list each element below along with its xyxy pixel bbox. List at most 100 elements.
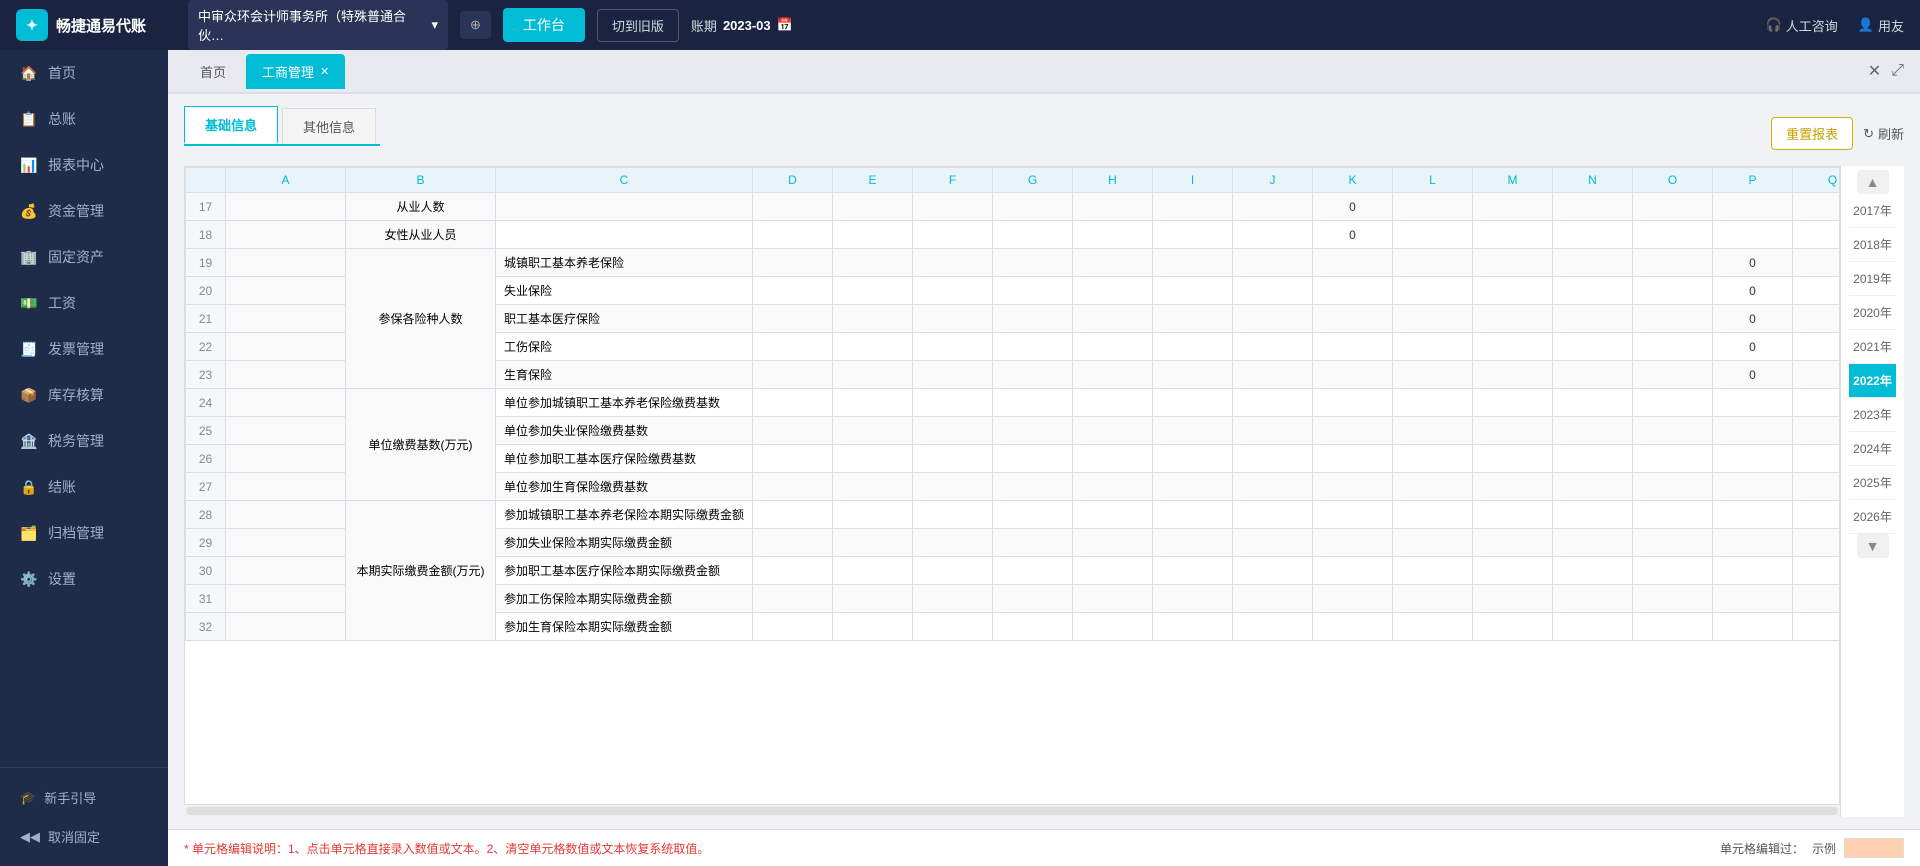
cell-empty[interactable]	[1553, 193, 1633, 221]
cell-p[interactable]	[1713, 389, 1793, 417]
cell-empty[interactable]	[1153, 361, 1233, 389]
cell-b[interactable]: 从业人数	[346, 193, 496, 221]
cell-empty[interactable]	[1473, 613, 1553, 641]
cell-q[interactable]	[1793, 361, 1840, 389]
cell-empty[interactable]	[1153, 417, 1233, 445]
cell-p[interactable]: 0	[1713, 277, 1793, 305]
cell-empty[interactable]	[1233, 193, 1313, 221]
cell-empty[interactable]	[1633, 501, 1713, 529]
expand-icon[interactable]: ⤢	[1891, 62, 1904, 80]
cell-empty[interactable]	[993, 445, 1073, 473]
cell-empty[interactable]	[993, 473, 1073, 501]
cell-empty[interactable]	[753, 529, 833, 557]
cell-k[interactable]	[1313, 585, 1393, 613]
cell-empty[interactable]	[993, 557, 1073, 585]
table-row[interactable]: 19参保各险种人数城镇职工基本养老保险0	[186, 249, 1841, 277]
cell-empty[interactable]	[1473, 473, 1553, 501]
cell-empty[interactable]	[1153, 585, 1233, 613]
cell-empty[interactable]	[913, 501, 993, 529]
cell-c[interactable]: 单位参加城镇职工基本养老保险缴费基数	[496, 389, 753, 417]
cell-a[interactable]	[226, 417, 346, 445]
cell-a[interactable]	[226, 557, 346, 585]
cell-empty[interactable]	[1553, 333, 1633, 361]
cell-empty[interactable]	[753, 417, 833, 445]
cell-k[interactable]: 0	[1313, 193, 1393, 221]
cell-c[interactable]: 参加工伤保险本期实际缴费金额	[496, 585, 753, 613]
cell-empty[interactable]	[1073, 529, 1153, 557]
cell-empty[interactable]	[1553, 557, 1633, 585]
sidebar-item-settings[interactable]: ⚙️设置	[0, 556, 168, 602]
cell-c[interactable]: 职工基本医疗保险	[496, 305, 753, 333]
cell-empty[interactable]	[1473, 557, 1553, 585]
cell-a[interactable]	[226, 389, 346, 417]
cell-empty[interactable]	[913, 277, 993, 305]
cell-empty[interactable]	[1633, 361, 1713, 389]
cell-empty[interactable]	[1233, 501, 1313, 529]
table-row[interactable]: 18女性从业人员0	[186, 221, 1841, 249]
cell-empty[interactable]	[753, 193, 833, 221]
cell-k[interactable]	[1313, 529, 1393, 557]
cell-k[interactable]	[1313, 361, 1393, 389]
cell-p[interactable]: 0	[1713, 249, 1793, 277]
cell-empty[interactable]	[1473, 529, 1553, 557]
cell-empty[interactable]	[1553, 417, 1633, 445]
cell-empty[interactable]	[1553, 501, 1633, 529]
cell-k[interactable]	[1313, 613, 1393, 641]
sub-tab-basic[interactable]: 基础信息	[184, 106, 278, 144]
cell-empty[interactable]	[993, 389, 1073, 417]
cell-empty[interactable]	[913, 445, 993, 473]
table-row[interactable]: 24单位缴费基数(万元)单位参加城镇职工基本养老保险缴费基数	[186, 389, 1841, 417]
cell-empty[interactable]	[833, 221, 913, 249]
cell-empty[interactable]	[753, 585, 833, 613]
cell-empty[interactable]	[753, 277, 833, 305]
cell-p[interactable]	[1713, 613, 1793, 641]
cell-empty[interactable]	[1633, 333, 1713, 361]
cell-p[interactable]	[1713, 557, 1793, 585]
cell-empty[interactable]	[1633, 585, 1713, 613]
cell-q[interactable]	[1793, 529, 1840, 557]
cell-empty[interactable]	[833, 305, 913, 333]
cell-empty[interactable]	[1553, 529, 1633, 557]
cell-q[interactable]	[1793, 305, 1840, 333]
cell-p[interactable]	[1713, 585, 1793, 613]
cell-p[interactable]: 0	[1713, 361, 1793, 389]
sidebar-item-home[interactable]: 🏠首页	[0, 50, 168, 96]
cell-empty[interactable]	[913, 333, 993, 361]
cell-q[interactable]	[1793, 389, 1840, 417]
cell-empty[interactable]	[1153, 445, 1233, 473]
cell-empty[interactable]	[1393, 249, 1473, 277]
cell-empty[interactable]	[833, 417, 913, 445]
cell-b[interactable]: 单位缴费基数(万元)	[346, 389, 496, 501]
cell-empty[interactable]	[1553, 361, 1633, 389]
cell-empty[interactable]	[1473, 333, 1553, 361]
cell-empty[interactable]	[1633, 193, 1713, 221]
cell-empty[interactable]	[993, 417, 1073, 445]
cell-empty[interactable]	[1393, 361, 1473, 389]
cell-c[interactable]: 单位参加生育保险缴费基数	[496, 473, 753, 501]
cell-empty[interactable]	[1233, 613, 1313, 641]
cell-empty[interactable]	[1553, 221, 1633, 249]
cell-empty[interactable]	[1633, 389, 1713, 417]
sidebar-item-report[interactable]: 📊报表中心	[0, 142, 168, 188]
cell-p[interactable]	[1713, 501, 1793, 529]
cell-empty[interactable]	[833, 501, 913, 529]
year-scroll-up[interactable]: ▲	[1857, 170, 1889, 194]
year-item-2017年[interactable]: 2017年	[1849, 194, 1896, 228]
cell-empty[interactable]	[1233, 361, 1313, 389]
cell-p[interactable]	[1713, 193, 1793, 221]
cell-empty[interactable]	[1393, 417, 1473, 445]
cell-empty[interactable]	[1633, 529, 1713, 557]
sidebar-item-asset[interactable]: 🏢固定资产	[0, 234, 168, 280]
cell-empty[interactable]	[1073, 501, 1153, 529]
cell-empty[interactable]	[1473, 389, 1553, 417]
cell-empty[interactable]	[1553, 389, 1633, 417]
cell-c[interactable]: 失业保险	[496, 277, 753, 305]
cell-empty[interactable]	[1473, 305, 1553, 333]
cell-c[interactable]: 参加生育保险本期实际缴费金额	[496, 613, 753, 641]
h-scroll-thumb[interactable]	[186, 807, 1838, 815]
sidebar-item-capital[interactable]: 💰资金管理	[0, 188, 168, 234]
cell-a[interactable]	[226, 501, 346, 529]
cell-empty[interactable]	[1073, 417, 1153, 445]
cell-empty[interactable]	[1473, 193, 1553, 221]
cell-a[interactable]	[226, 473, 346, 501]
